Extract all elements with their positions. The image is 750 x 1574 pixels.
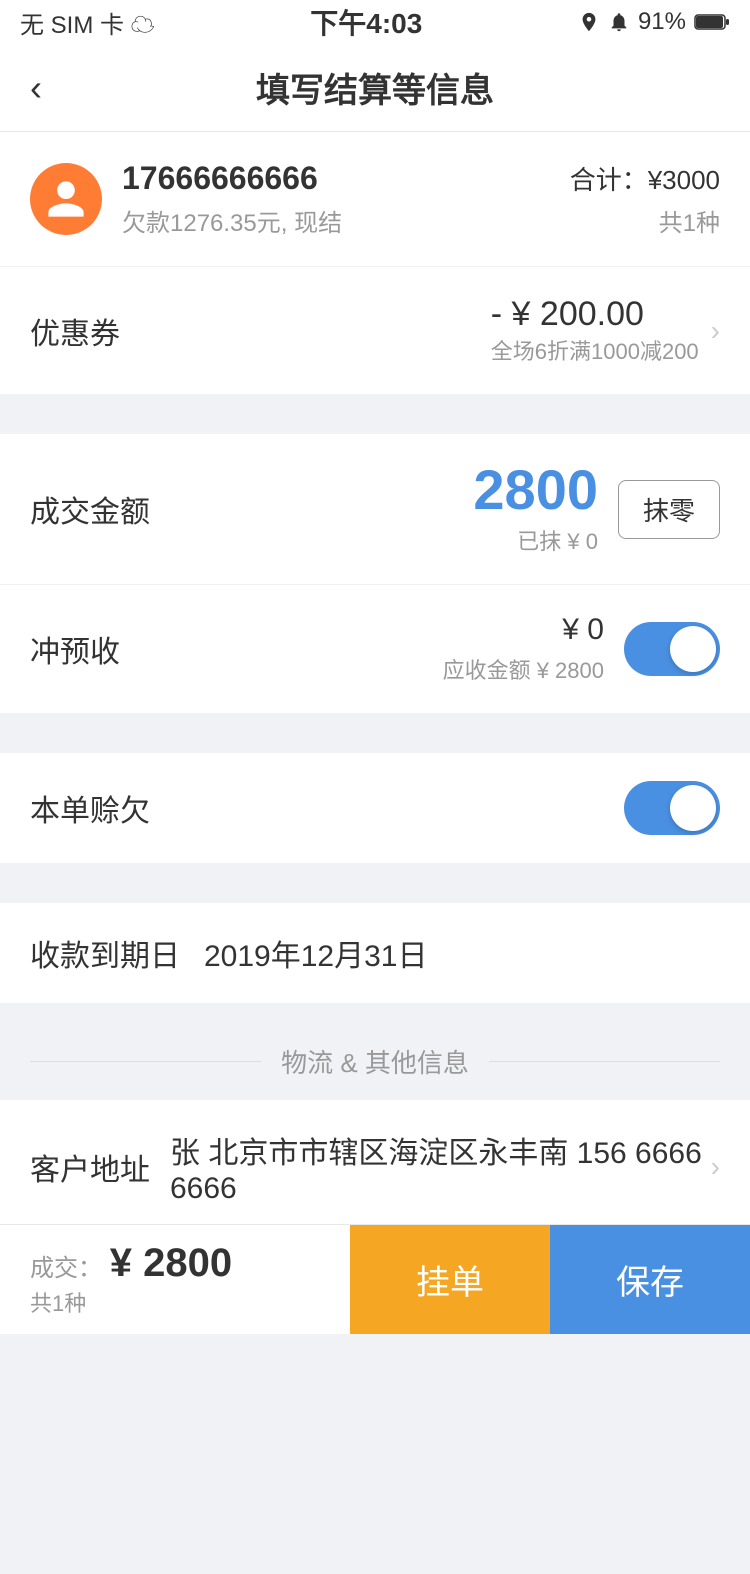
coupon-discount: - ¥ 200.00: [491, 295, 699, 334]
status-left: 无 SIM 卡 ☁: [20, 5, 155, 40]
precollect-right: ¥ 0 应收金额 ¥ 2800: [443, 613, 720, 685]
section-divider: 物流 & 其他信息: [0, 1023, 750, 1100]
coupon-row[interactable]: 优惠券 - ¥ 200.00 全场6折满1000减200 ›: [0, 266, 750, 394]
pending-button[interactable]: 挂单: [350, 1225, 550, 1334]
precollect-amount-wrap: ¥ 0 应收金额 ¥ 2800: [443, 613, 604, 685]
total-label: 合计：¥3000: [570, 160, 720, 197]
footer-count: 共1种: [30, 1286, 320, 1318]
total-count: 共1种: [570, 203, 720, 238]
precollect-row: 冲预收 ¥ 0 应收金额 ¥ 2800: [0, 585, 750, 713]
nav-bar: ‹ 填写结算等信息: [0, 44, 750, 132]
duedate-card: 收款到期日 2019年12月31日: [0, 903, 750, 1003]
deal-row: 成交金额 2800 已抹 ¥ 0 抹零: [0, 434, 750, 585]
deal-amount-wrap: 2800 已抹 ¥ 0: [473, 462, 598, 556]
debit-label: 本单赊欠: [30, 786, 150, 830]
duedate-label: 收款到期日: [30, 931, 180, 975]
customer-row: 17666666666 欠款1276.35元, 现结 合计：¥3000 共1种: [0, 132, 750, 266]
separator-1: [0, 414, 750, 434]
precollect-amount: ¥ 0: [443, 613, 604, 647]
deal-label: 成交金额: [30, 487, 150, 531]
duedate-row: 收款到期日 2019年12月31日: [0, 903, 750, 1003]
precollect-label: 冲预收: [30, 627, 120, 671]
customer-info: 17666666666 欠款1276.35元, 现结: [122, 160, 342, 238]
content: 17666666666 欠款1276.35元, 现结 合计：¥3000 共1种 …: [0, 132, 750, 1574]
customer-left: 17666666666 欠款1276.35元, 现结: [30, 160, 342, 238]
coupon-label: 优惠券: [30, 309, 120, 353]
back-button[interactable]: ‹: [30, 67, 42, 109]
coupon-detail: 全场6折满1000减200: [491, 334, 699, 366]
status-time: 下午4:03: [310, 2, 422, 42]
divider-text: 物流 & 其他信息: [281, 1043, 469, 1080]
customer-note: 欠款1276.35元, 现结: [122, 203, 342, 238]
status-bar: 无 SIM 卡 ☁ 下午4:03 91%: [0, 0, 750, 44]
precollect-receivable: 应收金额 ¥ 2800: [443, 653, 604, 685]
sim-status: 无 SIM 卡 ☁: [20, 5, 155, 40]
footer-deal-info: 成交： ¥ 2800 共1种: [0, 1241, 350, 1318]
debit-card: 本单赊欠: [0, 753, 750, 863]
address-value: 张 北京市市辖区海淀区永丰南 156 6666 6666: [170, 1128, 711, 1206]
deal-amount: 2800: [473, 462, 598, 518]
deal-erased: 已抹 ¥ 0: [473, 524, 598, 556]
bottom-footer: 成交： ¥ 2800 共1种 挂单 保存: [0, 1224, 750, 1334]
debit-row: 本单赊欠: [0, 753, 750, 863]
footer-deal-amount: ¥ 2800: [110, 1241, 232, 1285]
footer-buttons: 挂单 保存: [350, 1225, 750, 1334]
debit-toggle-knob: [670, 785, 716, 831]
address-row[interactable]: 客户地址 张 北京市市辖区海淀区永丰南 156 6666 6666 ›: [0, 1100, 750, 1234]
round-button[interactable]: 抹零: [618, 480, 720, 539]
battery-icon: [694, 12, 730, 32]
address-label: 客户地址: [30, 1145, 170, 1189]
address-chevron-icon: ›: [711, 1151, 720, 1183]
coupon-right: - ¥ 200.00 全场6折满1000减200 ›: [491, 295, 720, 366]
divider-line-left: [30, 1061, 261, 1062]
location-icon: [578, 11, 600, 33]
page-title: 填写结算等信息: [256, 63, 494, 112]
footer-deal-label: 成交：: [30, 1255, 102, 1282]
toggle-knob: [670, 626, 716, 672]
duedate-value: 2019年12月31日: [204, 931, 427, 975]
alarm-icon: [608, 11, 630, 33]
status-right: 91%: [578, 8, 730, 36]
save-button[interactable]: 保存: [550, 1225, 750, 1334]
precollect-toggle[interactable]: [624, 622, 720, 676]
battery-level: 91%: [638, 8, 686, 36]
customer-card: 17666666666 欠款1276.35元, 现结 合计：¥3000 共1种 …: [0, 132, 750, 394]
address-card: 客户地址 张 北京市市辖区海淀区永丰南 156 6666 6666 ›: [0, 1100, 750, 1234]
user-icon: [44, 177, 88, 221]
customer-right: 合计：¥3000 共1种: [570, 160, 720, 238]
avatar: [30, 163, 102, 235]
separator-3: [0, 883, 750, 903]
customer-phone: 17666666666: [122, 160, 342, 197]
debit-toggle[interactable]: [624, 781, 720, 835]
deal-right: 2800 已抹 ¥ 0 抹零: [473, 462, 720, 556]
separator-2: [0, 733, 750, 753]
coupon-chevron-icon: ›: [711, 315, 720, 347]
deal-section: 成交金额 2800 已抹 ¥ 0 抹零 冲预收 ¥ 0 应收金额 ¥ 2800: [0, 434, 750, 713]
divider-line-right: [489, 1061, 720, 1062]
